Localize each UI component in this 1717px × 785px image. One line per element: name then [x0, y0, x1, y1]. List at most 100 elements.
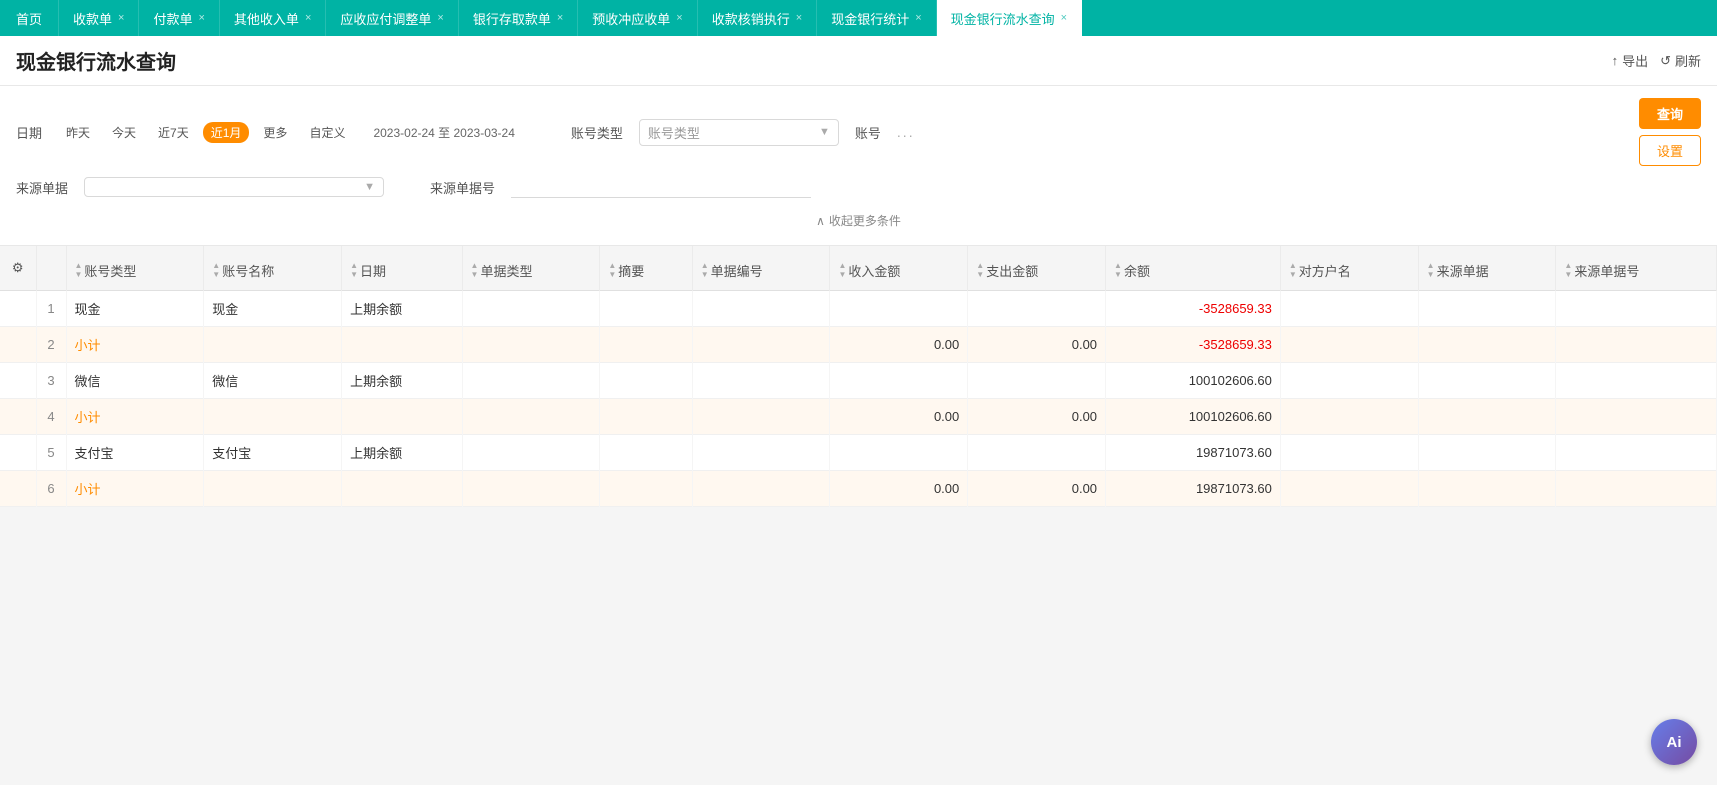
nav-tab-close-2[interactable]: × [305, 12, 311, 24]
sort-icon-balance: ▲▼ [1114, 262, 1122, 280]
col-label-doc_number: 单据编号 [711, 261, 763, 280]
nav-tab-6[interactable]: 收款核销执行× [698, 0, 817, 36]
cell-account_type-row-1: 小计 [66, 327, 204, 363]
cell-counterparty-row-5 [1280, 471, 1418, 507]
cell-source_doc_number-row-3 [1556, 399, 1717, 435]
export-button[interactable]: ↑ 导出 [1612, 51, 1649, 70]
cell-doc_number-row-5 [692, 471, 830, 507]
cell-source_doc-row-5 [1418, 471, 1556, 507]
table-row: 6小计0.000.0019871073.60 [0, 471, 1717, 507]
cell-doc_number-row-2 [692, 363, 830, 399]
nav-tab-7[interactable]: 现金银行统计× [817, 0, 936, 36]
source-doc-select[interactable]: ▼ [84, 177, 384, 197]
account-type-select[interactable]: 账号类型 ▼ [639, 119, 839, 146]
sort-icon-account_name: ▲▼ [212, 262, 220, 280]
col-header-balance[interactable]: ▲▼ 余额 [1106, 246, 1281, 291]
row-index-0: 1 [36, 291, 66, 327]
nav-tab-close-3[interactable]: × [437, 12, 443, 24]
nav-tab-close-5[interactable]: × [676, 12, 682, 24]
sort-icon-account_type: ▲▼ [75, 262, 83, 280]
cell-income-row-1: 0.00 [830, 327, 968, 363]
source-doc-number-input[interactable] [511, 176, 811, 198]
nav-home[interactable]: 首页 [0, 0, 59, 36]
nav-tab-1[interactable]: 付款单× [139, 0, 219, 36]
col-header-income[interactable]: ▲▼ 收入金额 [830, 246, 968, 291]
query-button[interactable]: 查询 [1639, 98, 1701, 129]
col-header-doc_number[interactable]: ▲▼ 单据编号 [692, 246, 830, 291]
col-label-date: 日期 [360, 261, 386, 280]
col-header-expense[interactable]: ▲▼ 支出金额 [968, 246, 1106, 291]
nav-tab-close-8[interactable]: × [1061, 12, 1067, 24]
cell-summary-row-5 [600, 471, 692, 507]
date-option-自定义[interactable]: 自定义 [301, 122, 353, 143]
cell-account_name-row-3 [204, 399, 342, 435]
nav-tab-close-6[interactable]: × [796, 12, 802, 24]
col-header-gear[interactable]: ⚙ [0, 246, 36, 291]
cell-source_doc_number-row-4 [1556, 435, 1717, 471]
cell-date-row-0: 上期余额 [342, 291, 462, 327]
nav-tab-4[interactable]: 银行存取款单× [459, 0, 578, 36]
date-option-近7天[interactable]: 近7天 [150, 122, 197, 143]
col-header-account_type[interactable]: ▲▼ 账号类型 [66, 246, 204, 291]
nav-tab-2[interactable]: 其他收入单× [220, 0, 326, 36]
cell-doc_type-row-0 [462, 291, 600, 327]
date-option-更多[interactable]: 更多 [255, 122, 295, 143]
col-header-doc_type[interactable]: ▲▼ 单据类型 [462, 246, 600, 291]
col-header-source_doc[interactable]: ▲▼ 来源单据 [1418, 246, 1556, 291]
cell-expense-row-4 [968, 435, 1106, 471]
date-option-昨天[interactable]: 昨天 [58, 122, 98, 143]
cell-account_type-row-4: 支付宝 [66, 435, 204, 471]
cell-gear-row-0 [0, 291, 36, 327]
ai-badge[interactable]: Ai [1651, 719, 1697, 765]
sort-icon-date: ▲▼ [350, 262, 358, 280]
account-dots[interactable]: ... [897, 124, 915, 140]
col-header-date[interactable]: ▲▼ 日期 [342, 246, 462, 291]
cell-doc_type-row-4 [462, 435, 600, 471]
top-nav: 首页 收款单×付款单×其他收入单×应收应付调整单×银行存取款单×预收冲应收单×收… [0, 0, 1717, 36]
subtotal-label: 小计 [75, 482, 101, 497]
sort-icon-income: ▲▼ [838, 262, 846, 280]
cell-expense-row-3: 0.00 [968, 399, 1106, 435]
col-header-index [36, 246, 66, 291]
nav-tab-close-1[interactable]: × [198, 12, 204, 24]
cell-account_type-row-0: 现金 [66, 291, 204, 327]
date-range: 2023-02-24 至 2023-03-24 [373, 124, 514, 141]
col-header-account_name[interactable]: ▲▼ 账号名称 [204, 246, 342, 291]
table-row: 4小计0.000.00100102606.60 [0, 399, 1717, 435]
col-header-counterparty[interactable]: ▲▼ 对方户名 [1280, 246, 1418, 291]
cell-summary-row-2 [600, 363, 692, 399]
nav-tab-3[interactable]: 应收应付调整单 × [326, 0, 458, 36]
col-header-summary[interactable]: ▲▼ 摘要 [600, 246, 692, 291]
subtotal-label: 小计 [75, 338, 101, 353]
cell-counterparty-row-2 [1280, 363, 1418, 399]
table-area: ⚙ ▲▼ 账号类型 ▲▼ 账号名称 ▲▼ 日期 ▲▼ 单据类型 ▲▼ 摘要 [0, 246, 1717, 507]
table-row: 3微信微信上期余额100102606.60 [0, 363, 1717, 399]
cell-account_type-row-3: 小计 [66, 399, 204, 435]
col-label-counterparty: 对方户名 [1299, 261, 1351, 280]
refresh-button[interactable]: ↺ 刷新 [1660, 51, 1701, 70]
collapse-bar[interactable]: ∧ 收起更多条件 [16, 208, 1701, 237]
nav-tab-close-7[interactable]: × [915, 12, 921, 24]
nav-tab-8[interactable]: 现金银行流水查询× [937, 0, 1082, 36]
cell-summary-row-4 [600, 435, 692, 471]
settings-button[interactable]: 设置 [1639, 135, 1701, 166]
nav-tab-close-4[interactable]: × [557, 12, 563, 24]
cell-account_type-row-5: 小计 [66, 471, 204, 507]
nav-tab-0[interactable]: 收款单× [59, 0, 139, 36]
cell-account_name-row-0: 现金 [204, 291, 342, 327]
row-index-5: 6 [36, 471, 66, 507]
cell-summary-row-3 [600, 399, 692, 435]
cell-balance-row-1: -3528659.33 [1106, 327, 1281, 363]
cell-gear-row-3 [0, 399, 36, 435]
nav-tab-close-0[interactable]: × [118, 12, 124, 24]
date-option-近1月[interactable]: 近1月 [203, 122, 250, 143]
nav-tab-5[interactable]: 预收冲应收单× [578, 0, 697, 36]
collapse-label: 收起更多条件 [829, 212, 901, 229]
account-label: 账号 [855, 123, 881, 142]
col-header-source_doc_number[interactable]: ▲▼ 来源单据号 [1556, 246, 1717, 291]
cell-source_doc_number-row-5 [1556, 471, 1717, 507]
nav-tab-label-3: 应收应付调整单 [340, 9, 431, 28]
subtotal-label: 小计 [75, 410, 101, 425]
date-option-今天[interactable]: 今天 [104, 122, 144, 143]
cell-doc_type-row-5 [462, 471, 600, 507]
